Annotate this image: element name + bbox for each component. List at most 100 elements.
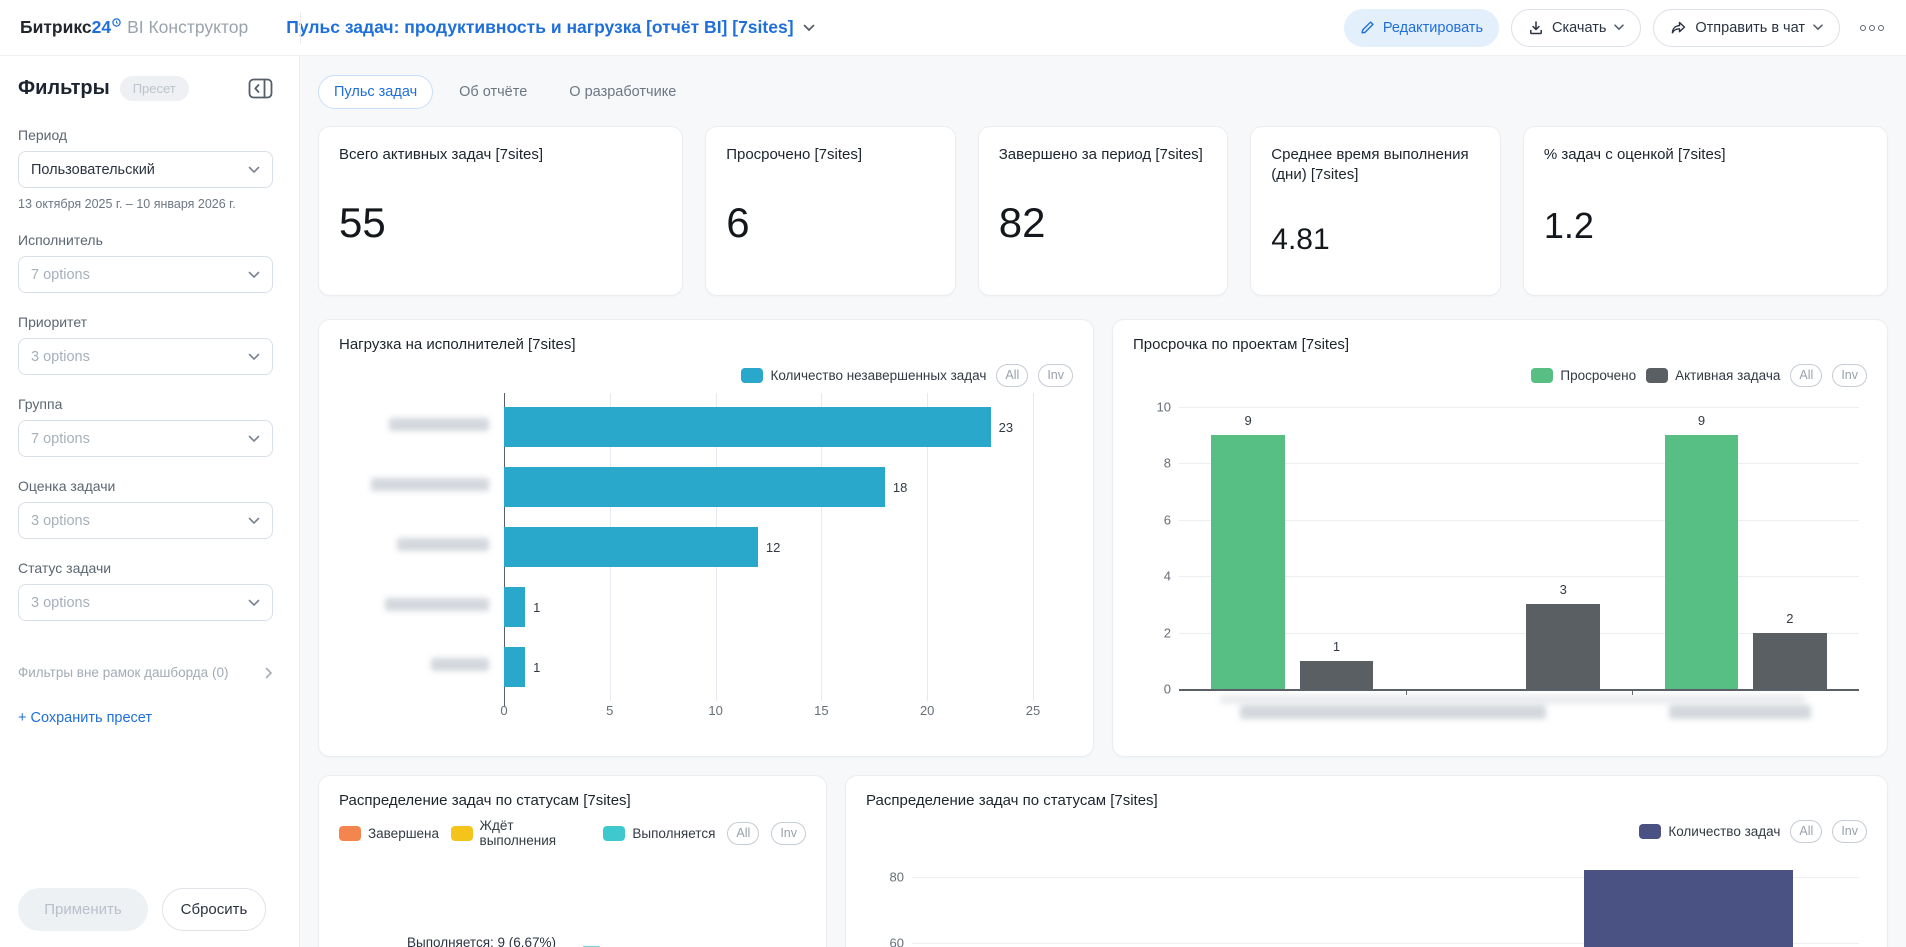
bar-unfinished-tasks[interactable] bbox=[504, 407, 991, 447]
chart-card-status-pie: Распределение задач по статусам [7sites]… bbox=[318, 775, 827, 947]
kpi-card-overdue: Просрочено [7sites] 6 bbox=[705, 126, 956, 296]
kpi-label: % задач с оценкой [7sites] bbox=[1543, 146, 1726, 163]
legend-inv-button[interactable]: Inv bbox=[1832, 819, 1867, 843]
y-axis-tick-label: 6 bbox=[1163, 512, 1171, 528]
bar-value-label: 1 bbox=[533, 659, 541, 675]
save-preset-link[interactable]: + Сохранить пресет bbox=[18, 710, 273, 726]
collapse-sidebar-icon[interactable] bbox=[248, 78, 273, 99]
kpi-value: 4.81 bbox=[1271, 223, 1330, 256]
legend-item[interactable]: Количество задач bbox=[1639, 823, 1780, 839]
bar-row: 1 bbox=[431, 637, 1033, 697]
bar-unfinished-tasks[interactable] bbox=[504, 527, 758, 567]
bar-unfinished-tasks[interactable] bbox=[504, 587, 526, 627]
task-score-select[interactable]: 3 options bbox=[18, 502, 273, 539]
kpi-card-avg-completion-time: Среднее время выполнения (дни) [7sites] … bbox=[1250, 126, 1501, 296]
logo-clock-icon bbox=[112, 18, 121, 27]
bar-active-task[interactable] bbox=[1299, 660, 1374, 689]
kpi-value: 82 bbox=[998, 199, 1046, 246]
bar-unfinished-tasks[interactable] bbox=[504, 467, 885, 507]
download-button[interactable]: Скачать bbox=[1511, 8, 1642, 47]
report-title-dropdown[interactable]: Пульс задач: продуктивность и нагрузка [… bbox=[286, 17, 814, 38]
outer-filters-text: Фильтры вне рамок дашборда (0) bbox=[18, 665, 229, 680]
horizontal-bar-chart: 0 5 10 15 20 25 23 18 12 1 1 bbox=[339, 393, 1073, 727]
send-to-chat-button[interactable]: Отправить в чат bbox=[1653, 8, 1840, 47]
legend-all-button[interactable]: All bbox=[996, 363, 1029, 387]
legend-all-button[interactable]: All bbox=[1790, 819, 1823, 843]
outer-filters-link[interactable]: Фильтры вне рамок дашборда (0) bbox=[18, 665, 273, 680]
chart-title: Распределение задач по статусам [7sites] bbox=[866, 792, 1158, 809]
legend-item[interactable]: Завершена bbox=[339, 825, 439, 841]
chevron-down-icon bbox=[248, 166, 260, 173]
legend-label: Активная задача bbox=[1675, 367, 1781, 383]
bar-active-task[interactable] bbox=[1753, 632, 1827, 689]
legend-item[interactable]: Активная задача bbox=[1646, 367, 1781, 383]
download-icon bbox=[1528, 20, 1544, 36]
group-select-value: 7 options bbox=[31, 430, 90, 447]
apply-button[interactable]: Применить bbox=[18, 888, 148, 931]
legend-inv-button[interactable]: Inv bbox=[1832, 363, 1867, 387]
bar-task-count[interactable] bbox=[1584, 870, 1793, 947]
redacted-assignee-label bbox=[339, 418, 489, 436]
logo-brand: Битрикс bbox=[20, 17, 92, 37]
legend-inv-button[interactable]: Inv bbox=[1038, 363, 1073, 387]
filters-sidebar: Фильтры Пресет Период Пользовательский 1… bbox=[0, 56, 300, 947]
legend-item[interactable]: Просрочено bbox=[1531, 367, 1636, 383]
kpi-label: Завершено за период [7sites] bbox=[998, 146, 1203, 163]
kpi-value: 6 bbox=[726, 199, 750, 246]
kpi-value: 55 bbox=[339, 199, 386, 246]
filter-group-group: Группа 7 options bbox=[18, 396, 273, 457]
tab-about-developer[interactable]: О разработчике bbox=[553, 75, 692, 109]
period-select[interactable]: Пользовательский bbox=[18, 151, 273, 188]
filter-group-task-score: Оценка задачи 3 options bbox=[18, 478, 273, 539]
filter-label: Группа bbox=[18, 396, 63, 412]
priority-select[interactable]: 3 options bbox=[18, 338, 273, 375]
legend-swatch bbox=[1639, 823, 1662, 839]
assignee-select[interactable]: 7 options bbox=[18, 256, 273, 293]
tab-about-report[interactable]: Об отчёте bbox=[443, 75, 543, 109]
bar-value-label: 2 bbox=[1786, 610, 1794, 626]
edit-button[interactable]: Редактировать bbox=[1343, 8, 1500, 47]
more-menu-button[interactable] bbox=[1858, 19, 1886, 37]
legend-item[interactable]: Количество незавершенных задач bbox=[741, 367, 986, 383]
bar-value-label: 9 bbox=[1244, 413, 1252, 429]
bar-overdue[interactable] bbox=[1211, 435, 1285, 689]
filter-label: Приоритет bbox=[18, 314, 88, 330]
legend-item[interactable]: Ждёт выполнения bbox=[451, 818, 591, 848]
bar-unfinished-tasks[interactable] bbox=[504, 647, 526, 687]
legend-all-button[interactable]: All bbox=[727, 821, 760, 845]
logo-brand-num: 24 bbox=[91, 17, 112, 37]
header-actions: Редактировать Скачать Отправить в чат bbox=[1343, 8, 1886, 47]
legend-all-button[interactable]: All bbox=[1790, 363, 1823, 387]
charts-row-2: Распределение задач по статусам [7sites]… bbox=[318, 775, 1888, 947]
bar-value-label: 1 bbox=[533, 599, 541, 615]
reset-button[interactable]: Сбросить bbox=[162, 888, 266, 931]
kpi-card-completed: Завершено за период [7sites] 82 bbox=[977, 126, 1229, 296]
bar-value-label: 3 bbox=[1559, 582, 1567, 598]
x-axis-tick-label: 25 bbox=[1025, 703, 1041, 718]
chevron-down-icon bbox=[248, 271, 260, 278]
bar-overdue[interactable] bbox=[1664, 435, 1739, 689]
header-divider bbox=[300, 12, 301, 44]
bitrix24-logo: Битрикс 24 BI Конструктор bbox=[20, 17, 248, 38]
pie-callout-label: Выполняется: 9 (6.67%) bbox=[407, 935, 557, 947]
y-axis-tick-label: 0 bbox=[1163, 681, 1171, 697]
filter-label: Период bbox=[18, 127, 68, 143]
bi-dashboard-app: Битрикс 24 BI Конструктор Пульс задач: пр… bbox=[0, 0, 1906, 947]
vertical-bar-chart: 80 60 bbox=[866, 855, 1867, 947]
redacted-assignee-label bbox=[339, 478, 489, 496]
legend-item[interactable]: Выполняется bbox=[603, 825, 715, 841]
tab-task-pulse[interactable]: Пульс задач bbox=[318, 75, 434, 109]
group-select[interactable]: 7 options bbox=[18, 420, 273, 457]
task-status-select[interactable]: 3 options bbox=[18, 584, 273, 621]
x-axis-tick-label: 0 bbox=[500, 703, 508, 718]
legend-inv-button[interactable]: Inv bbox=[771, 821, 806, 845]
chart-card-workload: Нагрузка на исполнителей [7sites] Количе… bbox=[318, 319, 1094, 757]
chevron-down-icon bbox=[803, 24, 815, 32]
filter-group-task-status: Статус задачи 3 options bbox=[18, 560, 273, 621]
share-arrow-icon bbox=[1670, 20, 1687, 36]
kpi-label: Всего активных задач [7sites] bbox=[339, 146, 544, 163]
logo-product: BI Конструктор bbox=[127, 17, 249, 37]
chevron-down-icon bbox=[248, 435, 260, 442]
bar-active-task[interactable] bbox=[1526, 604, 1600, 689]
legend-swatch bbox=[451, 825, 473, 841]
